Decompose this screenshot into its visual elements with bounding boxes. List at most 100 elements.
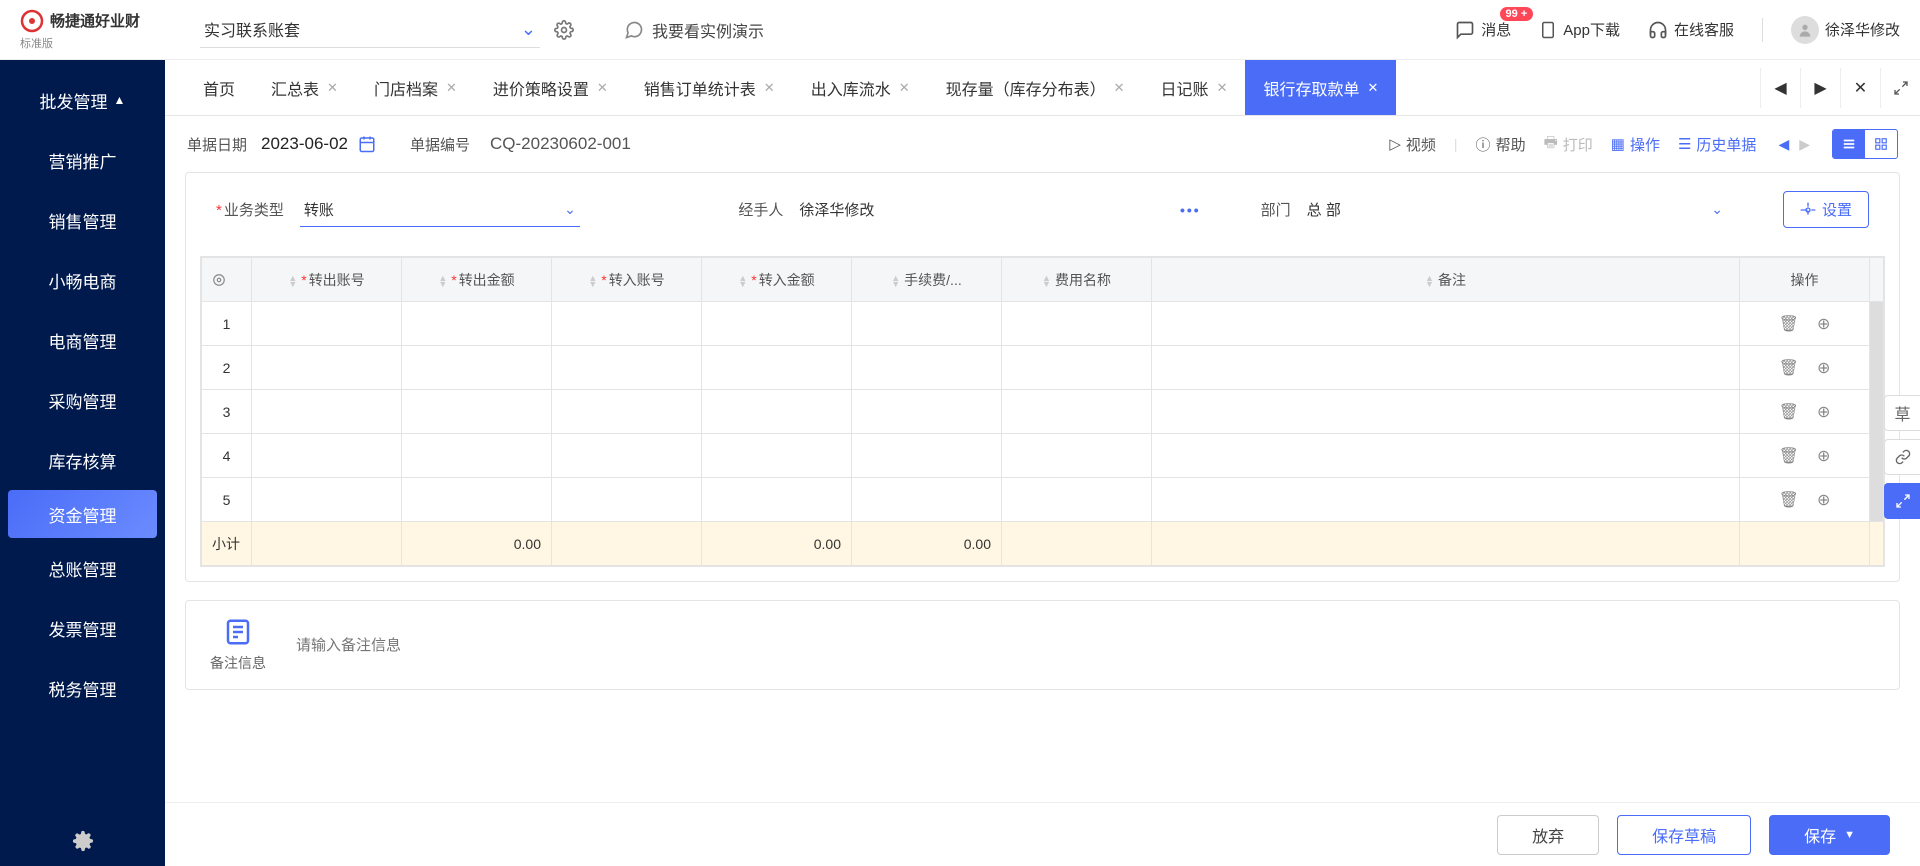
scrollbar-track[interactable] xyxy=(1870,258,1884,302)
calendar-icon xyxy=(358,135,376,153)
sidebar-item-ecom-xc[interactable]: 小畅电商 xyxy=(0,250,165,310)
app-download-link[interactable]: App下载 xyxy=(1539,19,1620,40)
tab-price-strategy[interactable]: 进价策略设置✕ xyxy=(475,60,626,115)
tab-inventory-dist[interactable]: 现存量（库存分布表）✕ xyxy=(928,60,1143,115)
tabs-fullscreen-button[interactable] xyxy=(1880,68,1920,108)
sidebar-item-marketing[interactable]: 营销推广 xyxy=(0,130,165,190)
scrollbar-thumb[interactable] xyxy=(1870,302,1884,522)
help-link[interactable]: ⓘ帮助 xyxy=(1476,134,1526,155)
card-view-button[interactable] xyxy=(1865,130,1897,158)
message-link[interactable]: 消息 99 + xyxy=(1455,19,1511,40)
record-prev-button[interactable]: ◀ xyxy=(1774,134,1793,155)
float-draft-button[interactable]: 草 xyxy=(1884,395,1920,431)
tab-summary[interactable]: 汇总表✕ xyxy=(253,60,356,115)
handler-value: 徐泽华修改 xyxy=(799,199,874,220)
org-selector[interactable]: 实习联系账套 ⌄ xyxy=(200,11,540,48)
sidebar-item-invoice[interactable]: 发票管理 xyxy=(0,598,165,658)
sidebar-item-ledger[interactable]: 总账管理 xyxy=(0,538,165,598)
close-icon[interactable]: ✕ xyxy=(1217,80,1228,96)
close-icon[interactable]: ✕ xyxy=(597,80,608,96)
row-delete-icon[interactable]: 🗑 xyxy=(1779,446,1799,466)
grid-icon: ▦ xyxy=(1611,135,1625,153)
demo-link[interactable]: 我要看实例演示 xyxy=(624,18,764,42)
play-icon: ▷ xyxy=(1389,135,1401,153)
sidebar-item-wholesale[interactable]: 批发管理 ▲ xyxy=(0,70,165,130)
close-icon[interactable]: ✕ xyxy=(327,80,338,96)
tab-store-archive[interactable]: 门店档案✕ xyxy=(356,60,475,115)
sidebar-settings-gear-icon[interactable] xyxy=(0,816,165,866)
sidebar-item-fund[interactable]: 资金管理 xyxy=(8,490,157,538)
handler-picker-button[interactable]: ••• xyxy=(1180,202,1201,218)
col-in-account[interactable]: ▲▼*转入账号 xyxy=(552,258,702,302)
table-row[interactable]: 1🗑⊕ xyxy=(202,302,1884,346)
close-icon[interactable]: ✕ xyxy=(1114,80,1125,96)
tabs-prev-button[interactable]: ◀ xyxy=(1760,68,1800,108)
video-link[interactable]: ▷视频 xyxy=(1389,134,1436,155)
sidebar-item-tax[interactable]: 税务管理 xyxy=(0,658,165,718)
tabs-close-all-button[interactable]: ✕ xyxy=(1840,68,1880,108)
tab-sales-order-stats[interactable]: 销售订单统计表✕ xyxy=(626,60,793,115)
message-icon xyxy=(1455,20,1475,40)
sidebar-item-sales[interactable]: 销售管理 xyxy=(0,190,165,250)
row-add-icon[interactable]: ⊕ xyxy=(1817,490,1830,510)
message-badge: 99 + xyxy=(1500,7,1534,21)
tab-home[interactable]: 首页 xyxy=(185,60,253,115)
online-service-link[interactable]: 在线客服 xyxy=(1648,19,1734,40)
table-row[interactable]: 3🗑⊕ xyxy=(202,390,1884,434)
close-icon[interactable]: ✕ xyxy=(446,80,457,96)
row-add-icon[interactable]: ⊕ xyxy=(1817,446,1830,466)
date-input[interactable]: 2023-06-02 xyxy=(259,130,378,159)
table-row[interactable]: 4🗑⊕ xyxy=(202,434,1884,478)
table-row[interactable]: 5🗑⊕ xyxy=(202,478,1884,522)
org-settings-gear-icon[interactable] xyxy=(554,20,574,40)
row-delete-icon[interactable]: 🗑 xyxy=(1779,358,1799,378)
close-icon[interactable]: ✕ xyxy=(764,80,775,96)
row-add-icon[interactable]: ⊕ xyxy=(1817,358,1830,378)
doc-toolbar: 单据日期 2023-06-02 单据编号 CQ-20230602-001 ▷视频… xyxy=(165,116,1920,172)
tab-journal[interactable]: 日记账✕ xyxy=(1143,60,1246,115)
row-add-icon[interactable]: ⊕ xyxy=(1817,314,1830,334)
col-in-amount[interactable]: ▲▼*转入金额 xyxy=(702,258,852,302)
col-fee-name[interactable]: ▲▼费用名称 xyxy=(1002,258,1152,302)
save-button[interactable]: 保存▼ xyxy=(1769,815,1890,855)
side-float-bar: 草 xyxy=(1884,395,1920,519)
view-toggle xyxy=(1832,129,1898,159)
tabs-next-button[interactable]: ▶ xyxy=(1800,68,1840,108)
row-delete-icon[interactable]: 🗑 xyxy=(1779,314,1799,334)
remark-label: 备注信息 xyxy=(210,653,266,673)
close-icon[interactable]: ✕ xyxy=(899,80,910,96)
abandon-button[interactable]: 放弃 xyxy=(1497,815,1599,855)
sidebar-item-inventory[interactable]: 库存核算 xyxy=(0,430,165,490)
float-expand-button[interactable] xyxy=(1884,483,1920,519)
print-button[interactable]: 🖶打印 xyxy=(1544,132,1593,157)
detail-table: ▲▼*转出账号 ▲▼*转出金额 ▲▼*转入账号 ▲▼*转入金额 ▲▼手续费/..… xyxy=(200,256,1885,567)
logo-area: 畅捷通好业财 标准版 xyxy=(20,9,180,51)
biz-type-select[interactable]: 转账 ⌄ xyxy=(300,193,580,227)
remark-input[interactable] xyxy=(296,627,1875,664)
handler-label: 经手人 xyxy=(738,199,783,220)
col-out-amount[interactable]: ▲▼*转出金额 xyxy=(402,258,552,302)
tab-bank-deposit[interactable]: 银行存取款单✕ xyxy=(1245,60,1396,115)
row-delete-icon[interactable]: 🗑 xyxy=(1779,402,1799,422)
row-delete-icon[interactable]: 🗑 xyxy=(1779,490,1799,510)
user-menu[interactable]: 徐泽华修改 xyxy=(1791,16,1900,44)
tab-stock-flow[interactable]: 出入库流水✕ xyxy=(793,60,928,115)
col-out-account[interactable]: ▲▼*转出账号 xyxy=(252,258,402,302)
sidebar-item-ecom-mgmt[interactable]: 电商管理 xyxy=(0,310,165,370)
operate-button[interactable]: ▦操作 xyxy=(1611,134,1660,155)
col-remark[interactable]: ▲▼备注 xyxy=(1152,258,1740,302)
float-link-button[interactable] xyxy=(1884,439,1920,475)
save-draft-button[interactable]: 保存草稿 xyxy=(1617,815,1751,855)
col-fee[interactable]: ▲▼手续费/... xyxy=(852,258,1002,302)
record-next-button[interactable]: ▶ xyxy=(1795,134,1814,155)
row-add-icon[interactable]: ⊕ xyxy=(1817,402,1830,422)
history-button[interactable]: ☰历史单据 xyxy=(1678,134,1756,155)
form-settings-button[interactable]: 设置 xyxy=(1783,191,1869,228)
column-config-gear-icon[interactable] xyxy=(202,258,252,302)
user-name: 徐泽华修改 xyxy=(1825,19,1900,40)
chevron-down-icon[interactable]: ⌄ xyxy=(1711,201,1723,218)
table-row[interactable]: 2🗑⊕ xyxy=(202,346,1884,390)
list-view-button[interactable] xyxy=(1833,130,1865,158)
sidebar-item-purchase[interactable]: 采购管理 xyxy=(0,370,165,430)
close-icon[interactable]: ✕ xyxy=(1367,80,1378,96)
